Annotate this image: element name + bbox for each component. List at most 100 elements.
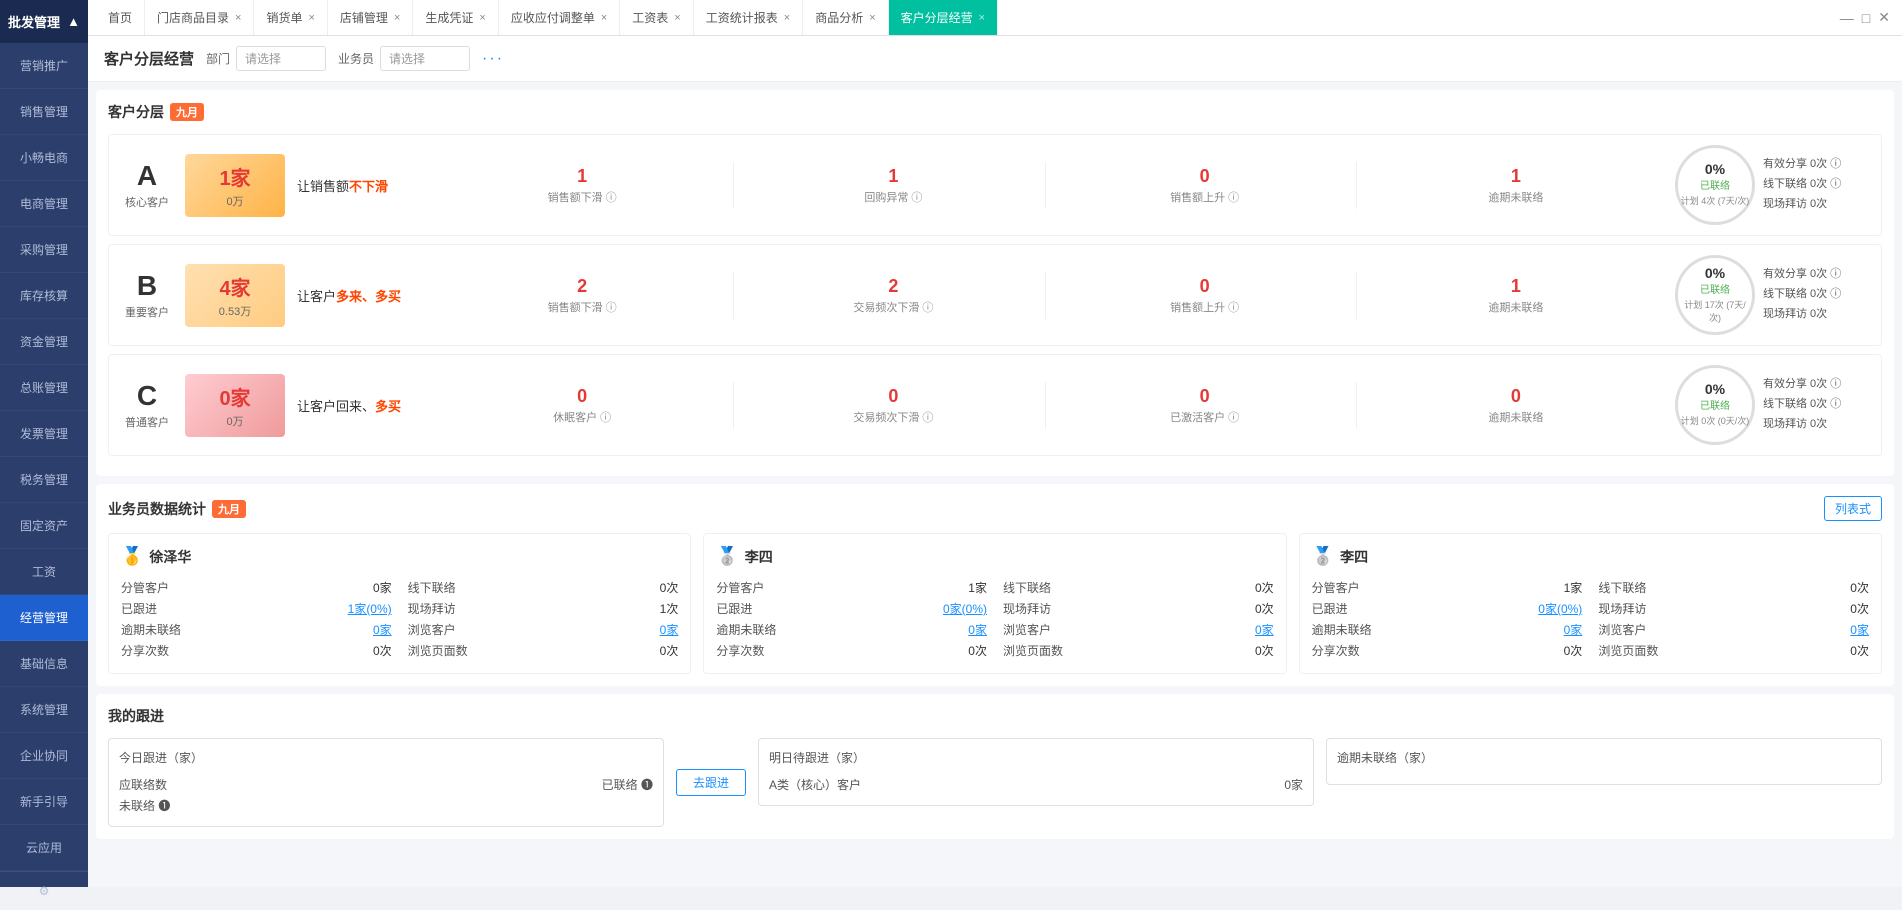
sidebar-item-基础信息[interactable]: 基础信息 xyxy=(0,641,88,687)
tab-close-门店商品目录[interactable]: × xyxy=(235,12,241,24)
staff-stat-val-l-1[interactable]: 1家(0%) xyxy=(348,600,392,617)
tab-工资统计报表[interactable]: 工资统计报表× xyxy=(694,0,803,36)
sidebar-item-营销推广[interactable]: 营销推广 xyxy=(0,43,88,89)
stat-num-B-1: 2 xyxy=(746,276,1040,297)
sidebar-item-经营管理[interactable]: 经营管理 xyxy=(0,595,88,641)
more-filters-icon[interactable]: ··· xyxy=(482,50,504,68)
staff-stat-left-row-3: 分享次数0次 xyxy=(121,640,392,661)
stat-num-C-1: 0 xyxy=(746,386,1040,407)
staff-name-row-2: 🥈李四 xyxy=(1312,546,1869,567)
sidebar-item-系统管理[interactable]: 系统管理 xyxy=(0,687,88,733)
tab-min-icon[interactable]: — xyxy=(1840,10,1854,26)
staff-stat-val-r-3: 0次 xyxy=(1850,642,1869,659)
sidebar-item-工资[interactable]: 工资 xyxy=(0,549,88,595)
staff-stat-val-l-0: 0家 xyxy=(373,579,392,596)
sidebar-item-销售管理[interactable]: 销售管理 xyxy=(0,89,88,135)
tab-销货单[interactable]: 销货单× xyxy=(254,0,327,36)
tier-extra-item-A: 线下联络 0次 ⓘ xyxy=(1763,175,1873,195)
sidebar-item-税务管理[interactable]: 税务管理 xyxy=(0,457,88,503)
staff-stat-right-row-1: 现场拜访1次 xyxy=(408,598,679,619)
list-view-button[interactable]: 列表式 xyxy=(1824,496,1882,521)
sidebar-item-库存核算[interactable]: 库存核算 xyxy=(0,273,88,319)
stat-card-C-0[interactable]: 0休眠客户 ⓘ xyxy=(431,382,734,429)
tab-close-工资表[interactable]: × xyxy=(674,12,680,24)
stat-card-A-2[interactable]: 0销售额上升 ⓘ xyxy=(1054,162,1357,209)
stat-card-A-1[interactable]: 1回购异常 ⓘ xyxy=(742,162,1045,209)
staff-stat-val-l-2[interactable]: 0家 xyxy=(968,621,987,638)
staff-card-0: 🥇徐泽华分管客户0家已跟进1家(0%)逾期未联络0家分享次数0次线下联络0次现场… xyxy=(108,533,691,674)
stat-card-B-0[interactable]: 2销售额下滑 ⓘ xyxy=(431,272,734,319)
staff-stat-label-l-0: 分管客户 xyxy=(716,579,764,596)
stat-card-A-0[interactable]: 1销售额下滑 ⓘ xyxy=(431,162,734,209)
settings-button[interactable]: ⚙ xyxy=(0,871,88,910)
tab-close-应收应付调整单[interactable]: × xyxy=(601,12,607,24)
sidebar-item-资金管理[interactable]: 资金管理 xyxy=(0,319,88,365)
sidebar-item-新手引导[interactable]: 新手引导 xyxy=(0,779,88,825)
tab-close-生成凭证[interactable]: × xyxy=(479,12,485,24)
tier-count-sub-A: 0万 xyxy=(193,193,277,209)
staff-stats-right-2: 线下联络0次现场拜访0次浏览客户0家浏览页面数0次 xyxy=(1598,577,1869,661)
stat-card-B-3[interactable]: 1逾期未联络 xyxy=(1365,272,1667,319)
staff-stat-left-row-0: 分管客户 0家 xyxy=(121,577,392,598)
tier-circle-A: 0%已联络计划 4次 (7天/次) xyxy=(1675,145,1755,225)
sidebar-item-采购管理[interactable]: 采购管理 xyxy=(0,227,88,273)
goto-followup-button[interactable]: 去跟进 xyxy=(676,769,746,796)
staff-stat-val-l-2[interactable]: 0家 xyxy=(373,621,392,638)
sidebar-item-总账管理[interactable]: 总账管理 xyxy=(0,365,88,411)
staff-stat-label-r-1: 现场拜访 xyxy=(1598,600,1646,617)
tab-close-商品分析[interactable]: × xyxy=(869,12,875,24)
tab-close-客户分层经营[interactable]: × xyxy=(979,12,985,24)
tab-首页[interactable]: 首页 xyxy=(96,0,145,36)
stat-card-B-1[interactable]: 2交易频次下滑 ⓘ xyxy=(742,272,1045,319)
staff-stat-val-r-2[interactable]: 0家 xyxy=(1255,621,1274,638)
stat-card-A-3[interactable]: 1逾期未联络 xyxy=(1365,162,1667,209)
tab-工资表[interactable]: 工资表× xyxy=(620,0,693,36)
sidebar-top[interactable]: 批发管理 ▲ xyxy=(0,0,88,43)
staff-stat-val-r-2[interactable]: 0家 xyxy=(1850,621,1869,638)
sidebar-item-云应用[interactable]: 云应用 xyxy=(0,825,88,871)
staff-stats-left-2: 分管客户1家已跟进0家(0%)逾期未联络0家分享次数0次 xyxy=(1312,577,1583,661)
staff-stat-label-r-1: 现场拜访 xyxy=(1003,600,1051,617)
tab-max-icon[interactable]: □ xyxy=(1862,10,1870,26)
tab-close-店铺管理[interactable]: × xyxy=(394,12,400,24)
sidebar-item-电商管理[interactable]: 电商管理 xyxy=(0,181,88,227)
staff-stats-left-1: 分管客户1家已跟进0家(0%)逾期未联络0家分享次数0次 xyxy=(716,577,987,661)
tab-门店商品目录[interactable]: 门店商品目录× xyxy=(145,0,254,36)
staff-stat-val-l-1[interactable]: 0家(0%) xyxy=(943,600,987,617)
tab-close-销货单[interactable]: × xyxy=(308,12,314,24)
tab-close-工资统计报表[interactable]: × xyxy=(784,12,790,24)
staff-header: 业务员数据统计 九月 列表式 xyxy=(108,496,1882,521)
circle-label-A: 已联络 xyxy=(1700,177,1730,192)
stat-card-B-2[interactable]: 0销售额上升 ⓘ xyxy=(1054,272,1357,319)
tier-extra-item-A: 现场拜访 0次 xyxy=(1763,195,1873,215)
staff-stat-val-l-1[interactable]: 0家(0%) xyxy=(1538,600,1582,617)
followup-grid: 今日跟进（家） 应联络数 已联络 ❶ 未联络 ❶ 去跟进 明日待跟进（家） A类… xyxy=(108,738,1882,827)
followup-row: 未联络 ❶ xyxy=(119,795,653,816)
staff-stats-left-0: 分管客户0家已跟进1家(0%)逾期未联络0家分享次数0次 xyxy=(121,577,392,661)
tab-商品分析[interactable]: 商品分析× xyxy=(803,0,888,36)
tab-店铺管理[interactable]: 店铺管理× xyxy=(328,0,413,36)
staff-select[interactable]: 请选择 xyxy=(380,46,470,71)
tier-extra-item-B: 线下联络 0次 ⓘ xyxy=(1763,285,1873,305)
sidebar-item-小畅电商[interactable]: 小畅电商 xyxy=(0,135,88,181)
circle-label-B: 已联络 xyxy=(1700,281,1730,296)
staff-stat-val-r-2[interactable]: 0家 xyxy=(660,621,679,638)
sidebar-item-企业协同[interactable]: 企业协同 xyxy=(0,733,88,779)
stat-card-C-3[interactable]: 0逾期未联络 xyxy=(1365,382,1667,429)
sidebar-item-固定资产[interactable]: 固定资产 xyxy=(0,503,88,549)
staff-stat-label-l-0: 分管客户 xyxy=(121,579,169,596)
tab-应收应付调整单[interactable]: 应收应付调整单× xyxy=(499,0,620,36)
tab-客户分层经营[interactable]: 客户分层经营× xyxy=(889,0,998,36)
dept-select[interactable]: 请选择 xyxy=(236,46,326,71)
tab-bar: 首页门店商品目录×销货单×店铺管理×生成凭证×应收应付调整单×工资表×工资统计报… xyxy=(88,0,1902,36)
stat-card-C-2[interactable]: 0已激活客户 ⓘ xyxy=(1054,382,1357,429)
staff-stat-label-r-2: 浏览客户 xyxy=(1598,621,1646,638)
staff-stat-right-row-3: 浏览页面数0次 xyxy=(1598,640,1869,661)
stat-card-C-1[interactable]: 0交易频次下滑 ⓘ xyxy=(742,382,1045,429)
tab-close-icon[interactable]: ✕ xyxy=(1878,9,1890,26)
tier-count-sub-C: 0万 xyxy=(193,413,277,429)
staff-stat-val-l-2[interactable]: 0家 xyxy=(1564,621,1583,638)
tab-生成凭证[interactable]: 生成凭证× xyxy=(413,0,498,36)
sidebar-item-发票管理[interactable]: 发票管理 xyxy=(0,411,88,457)
staff-stat-label-l-1: 已跟进 xyxy=(716,600,752,617)
